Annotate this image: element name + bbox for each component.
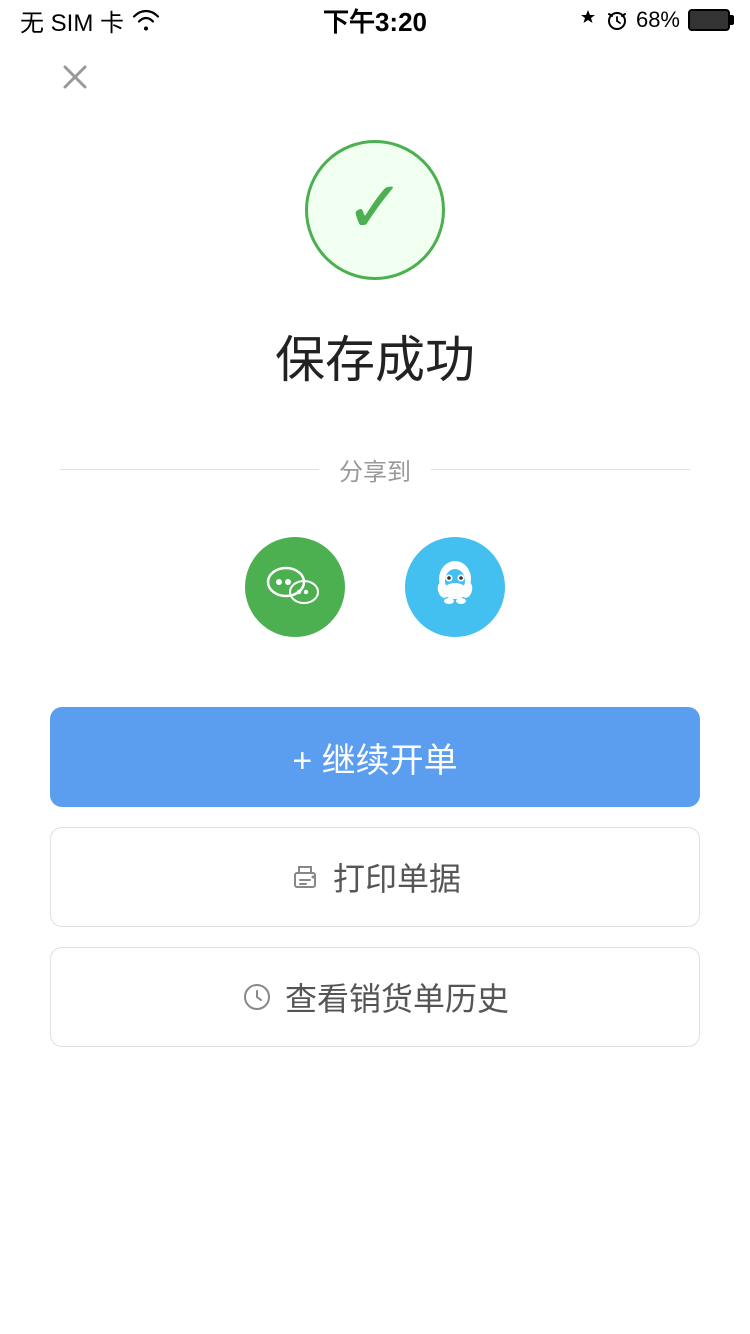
share-icons-row [245, 537, 505, 637]
location-icon [578, 9, 598, 31]
printer-icon [289, 861, 321, 893]
wechat-share-button[interactable] [245, 537, 345, 637]
checkmark-icon: ✓ [345, 172, 405, 244]
status-left: 无 SIM 卡 [20, 3, 160, 38]
success-indicator: ✓ [305, 140, 445, 280]
continue-order-button[interactable]: + 继续开单 [50, 707, 700, 807]
success-title: 保存成功 [275, 320, 475, 392]
continue-order-label: + 继续开单 [292, 733, 457, 782]
qq-icon [427, 557, 483, 617]
status-right: 68% [578, 7, 730, 33]
sim-text: 无 SIM 卡 [20, 3, 124, 38]
status-bar: 无 SIM 卡 下午3:20 68% [0, 0, 750, 40]
divider-right [431, 469, 690, 470]
action-buttons: + 继续开单 打印单据 查看销货单历史 [50, 707, 700, 1047]
share-section: 分享到 [0, 452, 750, 487]
close-button[interactable] [50, 52, 100, 102]
battery-percent: 68% [636, 7, 680, 33]
qq-share-button[interactable] [405, 537, 505, 637]
wifi-icon [132, 9, 160, 31]
battery-icon [688, 9, 730, 31]
alarm-icon [606, 9, 628, 31]
wechat-icon [266, 562, 324, 612]
status-time: 下午3:20 [323, 2, 427, 39]
close-icon [59, 61, 91, 93]
main-content: ✓ 保存成功 分享到 [0, 40, 750, 1047]
print-label: 打印单据 [333, 854, 461, 900]
history-icon [241, 981, 273, 1013]
history-label: 查看销货单历史 [285, 974, 509, 1020]
print-button[interactable]: 打印单据 [50, 827, 700, 927]
share-label: 分享到 [319, 452, 431, 487]
history-button[interactable]: 查看销货单历史 [50, 947, 700, 1047]
divider-left [60, 469, 319, 470]
